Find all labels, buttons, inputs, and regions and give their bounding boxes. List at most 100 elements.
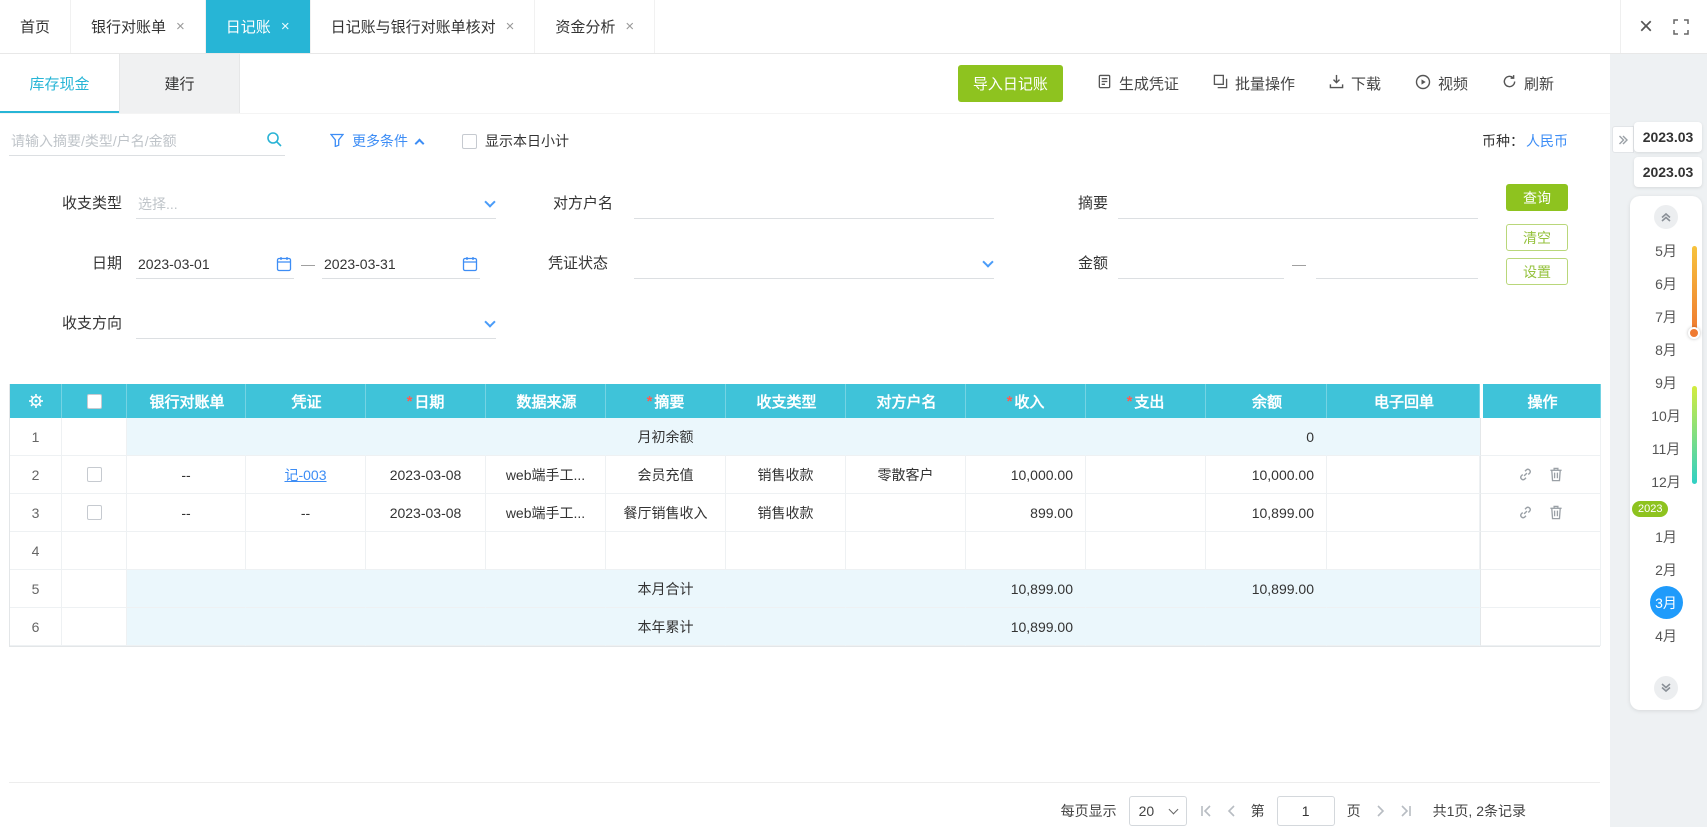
cell-e-receipt (1327, 532, 1480, 570)
search-icon[interactable] (266, 131, 283, 151)
delete-icon[interactable] (1549, 467, 1563, 482)
refresh-button[interactable]: 刷新 (1502, 73, 1554, 94)
amount-to-input[interactable] (1318, 255, 1476, 272)
summary-input-wrap (1118, 189, 1478, 219)
last-page-button[interactable] (1399, 804, 1413, 818)
direction-select[interactable] (136, 309, 496, 339)
close-tab-icon[interactable]: × (625, 19, 634, 34)
summary-input[interactable] (1120, 195, 1476, 212)
prev-page-button[interactable] (1225, 804, 1239, 818)
select-all-checkbox[interactable] (62, 384, 127, 418)
scroll-months-down-button[interactable] (1654, 676, 1678, 700)
fullscreen-icon[interactable] (1673, 18, 1689, 35)
tab-journal[interactable]: 日记账 × (205, 0, 311, 53)
cell-expense (1086, 608, 1206, 646)
cell-actions (1480, 418, 1601, 456)
date-from-input[interactable] (138, 255, 276, 272)
header-actions: 操作 (1480, 384, 1601, 418)
month-item[interactable]: 1月 (1630, 520, 1702, 553)
month-item[interactable]: 4月 (1630, 619, 1702, 652)
link-icon[interactable] (1518, 467, 1533, 482)
video-button[interactable]: 视频 (1415, 73, 1468, 94)
tab-bank-statement[interactable]: 银行对账单 × (71, 0, 206, 53)
counterparty-input[interactable] (636, 195, 992, 212)
link-icon[interactable] (1518, 505, 1533, 520)
currency-indicator: 币种： 人民币 (1482, 126, 1568, 156)
subtab-cash[interactable]: 库存现金 (0, 54, 120, 113)
cell-summary: 月初余额 (606, 418, 726, 456)
currency-value[interactable]: 人民币 (1526, 131, 1568, 151)
import-journal-button[interactable]: 导入日记账 (957, 65, 1063, 102)
tab-fund-analysis[interactable]: 资金分析 × (535, 0, 656, 53)
cell-income (966, 532, 1086, 570)
subtab-bank[interactable]: 建行 (120, 54, 240, 113)
per-page-select[interactable]: 20 (1128, 796, 1187, 826)
cell-actions (1480, 570, 1601, 608)
cell-source (486, 418, 606, 456)
cell-balance (1206, 532, 1327, 570)
month-item-active[interactable]: 3月 (1649, 586, 1683, 619)
search-input[interactable] (11, 132, 266, 149)
cell-source (486, 532, 606, 570)
journal-toolbar: 导入日记账 生成凭证 批量操作 下载 视频 刷新 (957, 54, 1610, 113)
cell-expense (1086, 418, 1206, 456)
header-e-receipt: 电子回单 (1327, 384, 1480, 418)
cell-source (486, 570, 606, 608)
cell-bank-statement (127, 418, 246, 456)
scroll-months-up-button[interactable] (1654, 205, 1678, 229)
copy-icon (1213, 74, 1228, 93)
year-badge[interactable]: 2023 (1632, 501, 1669, 517)
close-tab-icon[interactable]: × (281, 19, 290, 34)
chevron-down-icon (1168, 804, 1179, 814)
settings-button[interactable]: 设置 (1506, 258, 1568, 285)
close-tab-icon[interactable]: × (176, 19, 185, 34)
cell-summary: 本年累计 (606, 608, 726, 646)
delete-icon[interactable] (1549, 505, 1563, 520)
row-checkbox[interactable] (86, 505, 102, 520)
tab-journal-bank-check[interactable]: 日记账与银行对账单核对 × (311, 0, 536, 53)
filter-panel: 更多条件 显示本日小计 币种： 人民币 收支类型 选择... 对方户名 摘要 (0, 114, 1610, 384)
cell-expense (1086, 456, 1206, 494)
header-voucher: 凭证 (246, 384, 366, 418)
more-conditions-toggle[interactable]: 更多条件 (329, 126, 425, 156)
download-button[interactable]: 下载 (1329, 73, 1381, 94)
close-icon[interactable]: × (1639, 14, 1653, 39)
cell-income-type (726, 570, 846, 608)
footer-divider (9, 782, 1600, 783)
row-checkbox[interactable] (86, 467, 102, 482)
pagination: 每页显示 20 第 页 共1页, 2条记录 (1061, 796, 1526, 826)
refresh-icon (1502, 74, 1517, 93)
calendar-icon[interactable] (462, 256, 478, 272)
tab-home[interactable]: 首页 (0, 0, 72, 53)
cell-balance (1206, 608, 1327, 646)
collapse-sidebar-handle[interactable] (1612, 126, 1634, 153)
table-row: 1 月初余额 0 (10, 418, 1601, 456)
next-page-button[interactable] (1373, 804, 1387, 818)
date-to-input[interactable] (324, 255, 462, 272)
date-label: 日期 (92, 255, 123, 272)
batch-operation-button[interactable]: 批量操作 (1213, 73, 1295, 94)
calendar-icon[interactable] (276, 256, 292, 272)
window-controls: × (1619, 0, 1707, 53)
generate-voucher-button[interactable]: 生成凭证 (1097, 73, 1179, 94)
voucher-status-select[interactable] (634, 249, 994, 279)
amount-from-input[interactable] (1120, 255, 1282, 272)
cell-actions (1480, 494, 1601, 532)
header-counterparty: 对方户名 (846, 384, 966, 418)
table-row: 3 -- -- 2023-03-08 web端手工... 餐厅销售收入 销售收款… (10, 494, 1601, 532)
income-type-select[interactable]: 选择... (136, 189, 496, 219)
voucher-link[interactable]: 记-003 (284, 465, 326, 485)
table-header: 银行对账单 凭证 * 日期 数据来源 * 摘要 收支类型 对方户名 * 收入 * 支出 … (10, 384, 1601, 418)
page-prefix: 第 (1250, 803, 1265, 819)
show-daily-subtotal-checkbox[interactable]: 显示本日小计 (462, 126, 569, 156)
page-number-input[interactable] (1276, 796, 1335, 826)
chevron-down-icon (484, 315, 496, 328)
clear-button[interactable]: 清空 (1506, 224, 1568, 251)
close-tab-icon[interactable]: × (506, 19, 515, 34)
first-page-button[interactable] (1199, 804, 1213, 818)
scroll-thumb[interactable] (1688, 327, 1700, 339)
month-item[interactable]: 2月 (1630, 553, 1702, 586)
cell-summary: 本月合计 (606, 570, 726, 608)
query-button[interactable]: 查询 (1506, 184, 1568, 211)
table-settings-gear-icon[interactable] (10, 384, 62, 418)
